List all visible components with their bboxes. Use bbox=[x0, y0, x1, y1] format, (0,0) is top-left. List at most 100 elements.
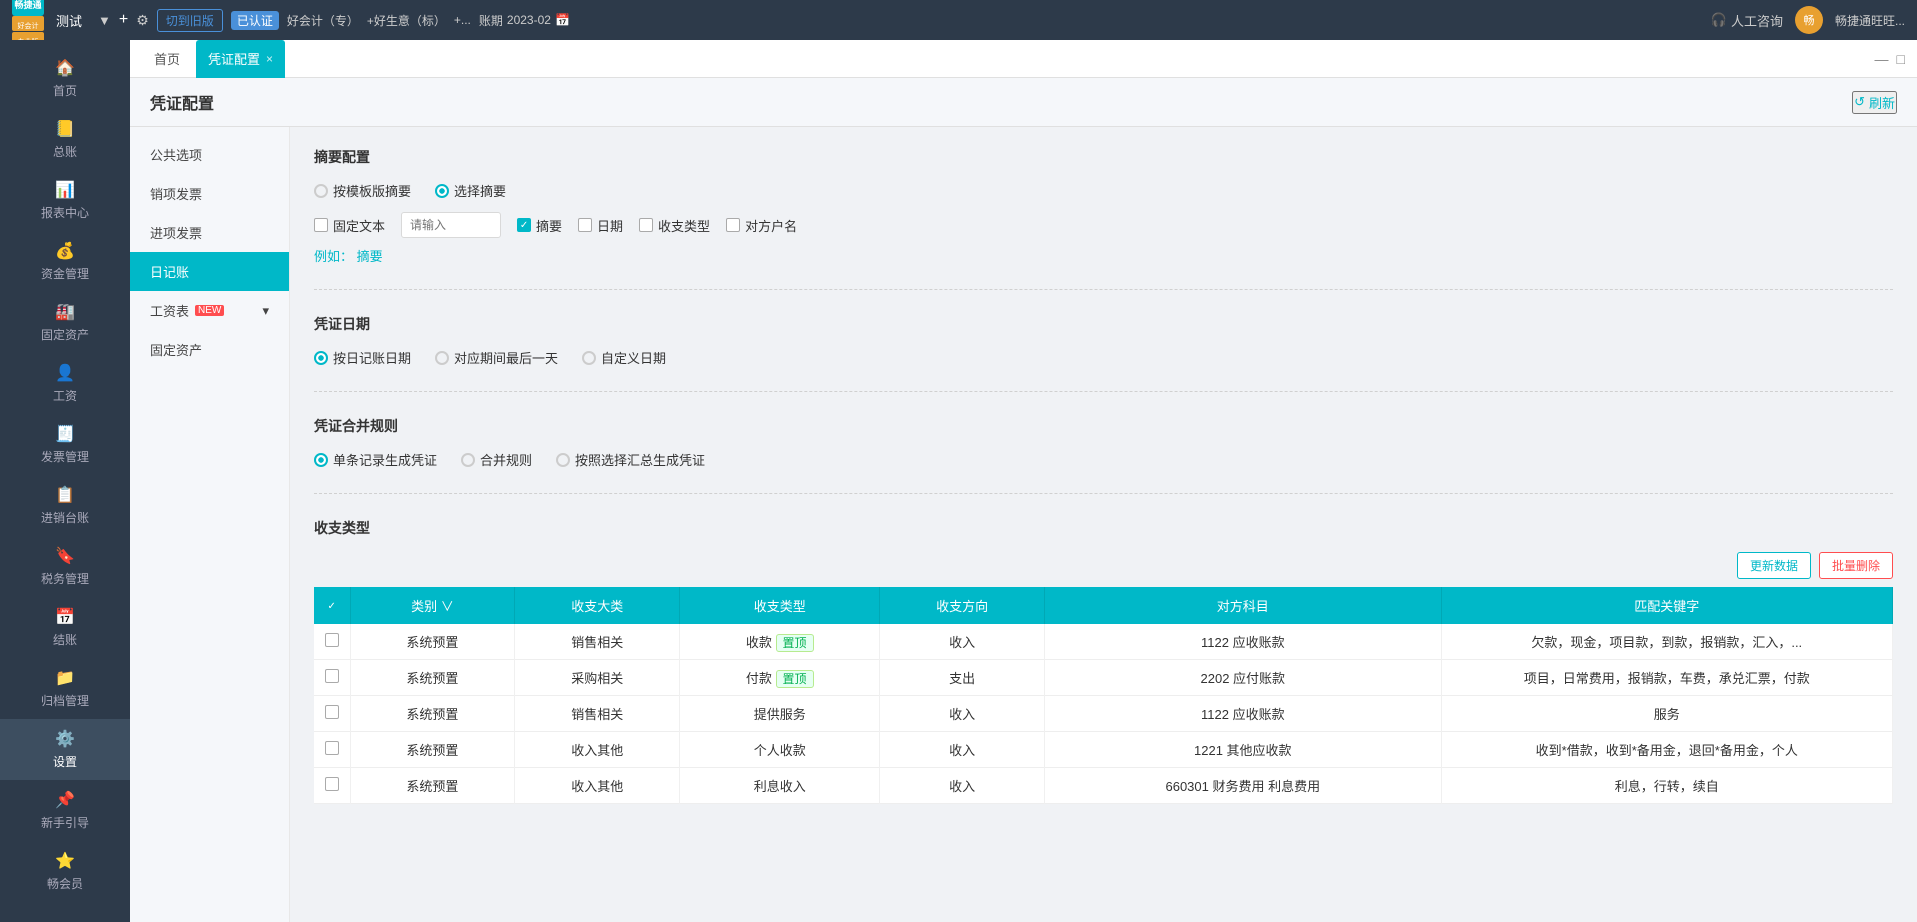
sidebar-label-settings: 设置 bbox=[53, 753, 77, 770]
radio-custom-date-circle bbox=[582, 351, 596, 365]
row1-checkbox[interactable] bbox=[314, 624, 350, 660]
col-type: 收支类型 bbox=[680, 587, 880, 624]
radio-journal-date[interactable]: 按日记账日期 bbox=[314, 348, 411, 367]
row3-checkbox[interactable] bbox=[314, 696, 350, 732]
settings-icon[interactable]: ⚙ bbox=[136, 12, 149, 29]
sidebar-label-ledger: 总账 bbox=[53, 143, 77, 160]
consult-label: 人工咨询 bbox=[1731, 11, 1783, 30]
radio-custom-date-label: 自定义日期 bbox=[601, 348, 666, 367]
tax-icon: 🔖 bbox=[55, 546, 75, 566]
checkbox-type[interactable]: 收支类型 bbox=[639, 216, 710, 235]
sidebar-label-home: 首页 bbox=[53, 82, 77, 99]
new-badge: NEW bbox=[195, 305, 224, 316]
switch-old-btn[interactable]: 切到旧版 bbox=[157, 9, 223, 32]
update-data-btn[interactable]: 更新数据 bbox=[1737, 552, 1811, 579]
row2-checkbox[interactable] bbox=[314, 660, 350, 696]
radio-merge-rule[interactable]: 合并规则 bbox=[461, 450, 532, 469]
sidebar-item-checkout[interactable]: 📅 结账 bbox=[0, 597, 130, 658]
row2-keywords: 项目，日常费用，报销款，车费，承兑汇票，付款 bbox=[1441, 660, 1893, 696]
table-header-row: ✓ 类别 ∨ 收支大类 收支类型 收支方向 对方科目 匹配关键字 bbox=[314, 587, 1893, 624]
layout: 🏠 首页 📒 总账 📊 报表中心 💰 资金管理 🏭 固定资产 👤 工资 🧾 发票… bbox=[0, 40, 1917, 922]
row4-keywords: 收到*借款，收到*备用金，退回*备用金，个人 bbox=[1441, 732, 1893, 768]
row5-checkbox[interactable] bbox=[314, 768, 350, 804]
sidebar-label-member: 畅会员 bbox=[47, 875, 83, 892]
row3-type: 提供服务 bbox=[680, 696, 880, 732]
calendar-icon[interactable]: 📅 bbox=[555, 13, 570, 27]
row1-top-tag[interactable]: 置顶 bbox=[776, 634, 814, 652]
period-label: 账期 bbox=[479, 12, 503, 29]
row3-account: 1122 应收账款 bbox=[1045, 696, 1441, 732]
col-category: 类别 ∨ bbox=[350, 587, 515, 624]
sidebar-item-archive[interactable]: 📁 归档管理 bbox=[0, 658, 130, 719]
table-row: 系统预置 销售相关 提供服务 收入 1122 应收账款 服务 bbox=[314, 696, 1893, 732]
checkbox-date[interactable]: 日期 bbox=[578, 216, 623, 235]
minimize-icon[interactable]: — bbox=[1875, 51, 1889, 67]
row5-account: 660301 财务费用 利息费用 bbox=[1045, 768, 1441, 804]
table-row: 系统预置 收入其他 个人收款 收入 1221 其他应收款 收到*借款，收到*备用… bbox=[314, 732, 1893, 768]
radio-template-label: 按模板版摘要 bbox=[333, 181, 411, 200]
radio-merge-rule-label: 合并规则 bbox=[480, 450, 532, 469]
checkbox-summary-label: 摘要 bbox=[536, 216, 562, 235]
refresh-btn[interactable]: ↺ 刷新 bbox=[1852, 91, 1897, 114]
tab-home[interactable]: 首页 bbox=[142, 40, 192, 78]
sidebar-item-fixed[interactable]: 🏭 固定资产 bbox=[0, 292, 130, 353]
left-nav-public[interactable]: 公共选项 bbox=[130, 135, 289, 174]
checkbox-fixed-text[interactable]: 固定文本 bbox=[314, 216, 385, 235]
row2-top-tag[interactable]: 置顶 bbox=[776, 670, 814, 688]
maximize-icon[interactable]: □ bbox=[1897, 51, 1905, 67]
checkbox-summary[interactable]: ✓ 摘要 bbox=[517, 216, 562, 235]
left-nav-sales-invoice[interactable]: 销项发票 bbox=[130, 174, 289, 213]
fixed-text-input[interactable] bbox=[401, 212, 501, 238]
left-nav-fixed-assets[interactable]: 固定资产 bbox=[130, 330, 289, 369]
consult-btn[interactable]: 🎧 人工咨询 bbox=[1711, 11, 1783, 30]
radio-select-label: 选择摘要 bbox=[454, 181, 506, 200]
row2-direction: 支出 bbox=[880, 660, 1045, 696]
checkbox-party[interactable]: 对方户名 bbox=[726, 216, 797, 235]
row4-checkbox[interactable] bbox=[314, 732, 350, 768]
radio-custom-date[interactable]: 自定义日期 bbox=[582, 348, 666, 367]
tab-voucher-config[interactable]: 凭证配置 × bbox=[196, 40, 285, 78]
tab-close-icon[interactable]: × bbox=[266, 52, 273, 66]
row1-type: 收款 置顶 bbox=[680, 624, 880, 660]
radio-single-circle bbox=[314, 453, 328, 467]
company-dropdown[interactable]: ▼ bbox=[98, 13, 111, 28]
add-button[interactable]: + bbox=[119, 11, 128, 29]
radio-summary-merge-label: 按照选择汇总生成凭证 bbox=[575, 450, 705, 469]
radio-template[interactable]: 按模板版摘要 bbox=[314, 181, 411, 200]
radio-single[interactable]: 单条记录生成凭证 bbox=[314, 450, 437, 469]
sidebar-item-purchase[interactable]: 📋 进销台账 bbox=[0, 475, 130, 536]
radio-period-last-circle bbox=[435, 351, 449, 365]
batch-delete-btn[interactable]: 批量删除 bbox=[1819, 552, 1893, 579]
row1-big-category: 销售相关 bbox=[515, 624, 680, 660]
checkbox-fixed-text-box bbox=[314, 218, 328, 232]
left-nav-payroll[interactable]: 工资表 NEW ▾ bbox=[130, 291, 289, 330]
sidebar-item-guide[interactable]: 📌 新手引导 bbox=[0, 780, 130, 841]
header-checkbox[interactable]: ✓ bbox=[325, 600, 339, 614]
checkbox-date-label: 日期 bbox=[597, 216, 623, 235]
sidebar-item-salary[interactable]: 👤 工资 bbox=[0, 353, 130, 414]
sidebar-item-member[interactable]: ⭐ 畅会员 bbox=[0, 841, 130, 902]
income-expense-section: 收支类型 更新数据 批量删除 ✓ 类别 ∨ 收支大类 bbox=[314, 518, 1893, 804]
sidebar-item-reports[interactable]: 📊 报表中心 bbox=[0, 170, 130, 231]
sidebar-item-invoice-mgmt[interactable]: 🧾 发票管理 bbox=[0, 414, 130, 475]
avatar[interactable]: 畅 bbox=[1795, 6, 1823, 34]
sidebar-label-tax: 税务管理 bbox=[41, 570, 89, 587]
divider-3 bbox=[314, 493, 1893, 494]
sidebar-item-settings[interactable]: ⚙️ 设置 bbox=[0, 719, 130, 780]
left-nav-purchase-invoice[interactable]: 进项发票 bbox=[130, 213, 289, 252]
row1-category: 系统预置 bbox=[350, 624, 515, 660]
radio-summary-merge[interactable]: 按照选择汇总生成凭证 bbox=[556, 450, 705, 469]
left-nav-fixed-assets-label: 固定资产 bbox=[150, 340, 202, 359]
sidebar-item-home[interactable]: 🏠 首页 bbox=[0, 48, 130, 109]
checkbox-party-box bbox=[726, 218, 740, 232]
sidebar-item-ledger[interactable]: 📒 总账 bbox=[0, 109, 130, 170]
salary-icon: 👤 bbox=[55, 363, 75, 383]
col-direction: 收支方向 bbox=[880, 587, 1045, 624]
example-value: 摘要 bbox=[357, 249, 383, 264]
sidebar-item-tax[interactable]: 🔖 税务管理 bbox=[0, 536, 130, 597]
merge-radio-group: 单条记录生成凭证 合并规则 按照选择汇总生成凭证 bbox=[314, 450, 1893, 469]
sidebar-item-capital[interactable]: 💰 资金管理 bbox=[0, 231, 130, 292]
left-nav-journal[interactable]: 日记账 bbox=[130, 252, 289, 291]
radio-period-last[interactable]: 对应期间最后一天 bbox=[435, 348, 558, 367]
radio-select[interactable]: 选择摘要 bbox=[435, 181, 506, 200]
